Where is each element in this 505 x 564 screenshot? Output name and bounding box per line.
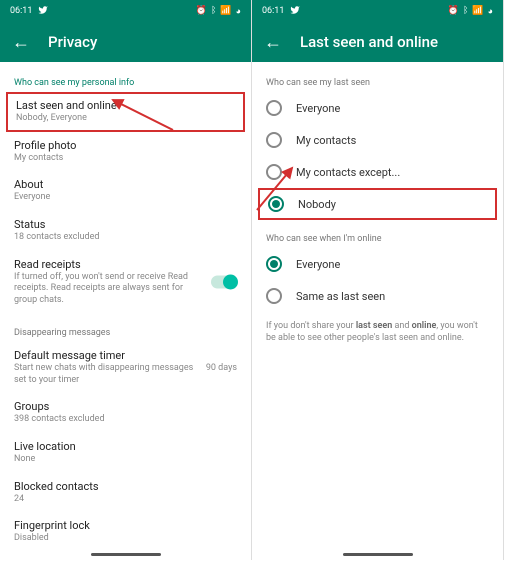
nav-handle[interactable] <box>91 553 161 556</box>
section-last-seen: Who can see my last seen <box>252 70 503 92</box>
about-item[interactable]: About Everyone <box>0 171 251 211</box>
page-title: Last seen and online <box>300 33 438 51</box>
live-location-item[interactable]: Live location None <box>0 433 251 473</box>
signal-icon: 📶 <box>220 6 231 16</box>
timer-value: 90 days <box>206 363 237 373</box>
back-arrow-icon[interactable]: ← <box>12 32 30 53</box>
fingerprint-lock-item[interactable]: Fingerprint lock Disabled <box>0 512 251 552</box>
radio-icon <box>268 196 284 212</box>
twitter-icon <box>38 5 48 18</box>
twitter-icon <box>290 5 300 18</box>
bluetooth-icon: ᛒ <box>211 6 216 16</box>
radio-icon <box>266 164 282 180</box>
bluetooth-icon: ᛒ <box>463 6 468 16</box>
profile-photo-item[interactable]: Profile photo My contacts <box>0 132 251 172</box>
radio-my-contacts-except[interactable]: My contacts except... <box>252 156 503 188</box>
last-seen-online-item[interactable]: Last seen and online Nobody, Everyone <box>6 92 245 132</box>
section-online: Who can see when I'm online <box>252 226 503 248</box>
nav-handle[interactable] <box>343 553 413 556</box>
battery-icon: ◕ <box>488 6 493 17</box>
privacy-note: If you don't share your last seen and on… <box>252 312 503 352</box>
radio-everyone[interactable]: Everyone <box>252 92 503 124</box>
status-icons: ⏰ ᛒ 📶 ◕ <box>448 6 493 17</box>
blocked-contacts-item[interactable]: Blocked contacts 24 <box>0 473 251 513</box>
signal-icon: 📶 <box>472 6 483 16</box>
battery-icon: ◕ <box>236 6 241 17</box>
status-icons: ⏰ ᛒ 📶 ◕ <box>196 6 241 17</box>
section-disappearing: Disappearing messages <box>0 320 251 342</box>
status-bar: 06:11 ⏰ ᛒ 📶 ◕ <box>0 0 251 22</box>
radio-icon <box>266 288 282 304</box>
status-time: 06:11 <box>10 6 32 16</box>
radio-icon <box>266 100 282 116</box>
read-receipts-toggle[interactable] <box>211 276 237 289</box>
alarm-icon: ⏰ <box>448 6 459 16</box>
groups-item[interactable]: Groups 398 contacts excluded <box>0 393 251 433</box>
alarm-icon: ⏰ <box>196 6 207 16</box>
app-bar: ← Last seen and online <box>252 22 503 62</box>
section-personal-info: Who can see my personal info <box>0 70 251 92</box>
item-title: Last seen and online <box>16 99 235 112</box>
radio-nobody[interactable]: Nobody <box>258 188 497 220</box>
radio-icon <box>266 132 282 148</box>
back-arrow-icon[interactable]: ← <box>264 32 282 53</box>
radio-same-as-last-seen[interactable]: Same as last seen <box>252 280 503 312</box>
status-time: 06:11 <box>262 6 284 16</box>
radio-my-contacts[interactable]: My contacts <box>252 124 503 156</box>
last-seen-screen: 06:11 ⏰ ᛒ 📶 ◕ ← Last seen and online Who… <box>252 0 504 560</box>
status-bar: 06:11 ⏰ ᛒ 📶 ◕ <box>252 0 503 22</box>
status-item[interactable]: Status 18 contacts excluded <box>0 211 251 251</box>
page-title: Privacy <box>48 33 97 51</box>
app-bar: ← Privacy <box>0 22 251 62</box>
radio-icon <box>266 256 282 272</box>
privacy-screen: 06:11 ⏰ ᛒ 📶 ◕ ← Privacy Who can see my p… <box>0 0 252 560</box>
radio-online-everyone[interactable]: Everyone <box>252 248 503 280</box>
read-receipts-item[interactable]: Read receipts If turned off, you won't s… <box>0 251 251 314</box>
default-timer-item[interactable]: Default message timer Start new chats wi… <box>0 342 251 393</box>
item-subtitle: Nobody, Everyone <box>16 113 235 125</box>
